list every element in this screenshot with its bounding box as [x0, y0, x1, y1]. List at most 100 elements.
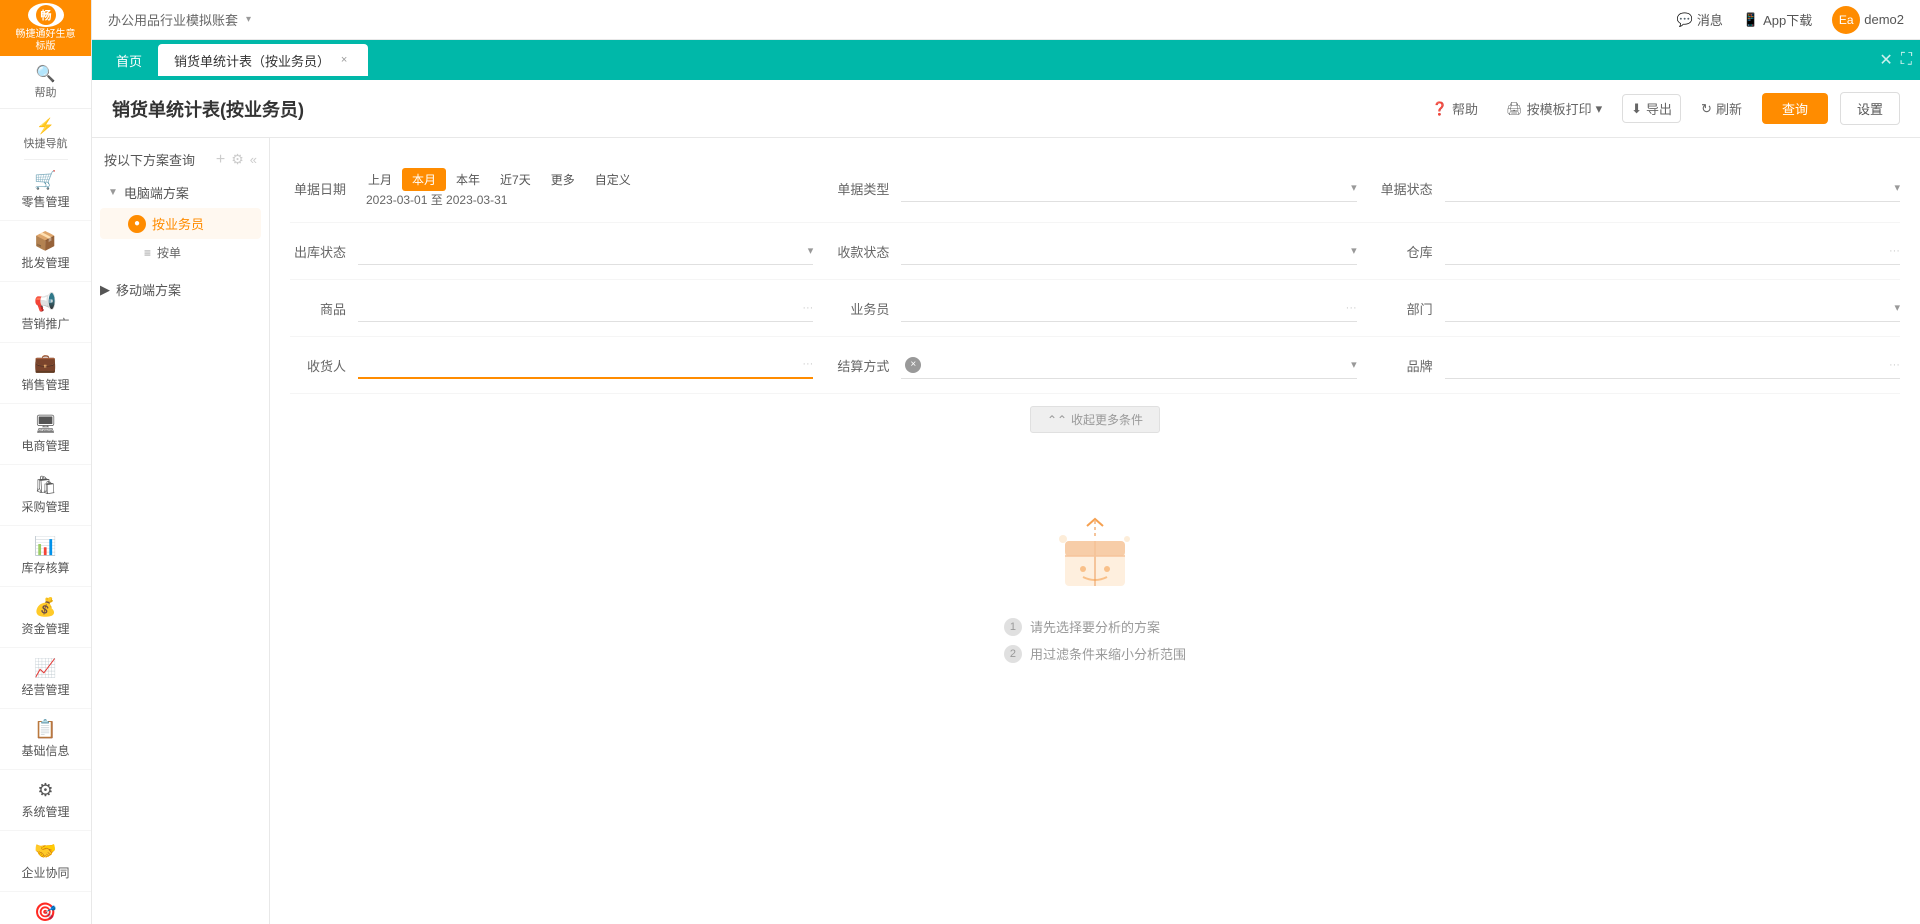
left-panel: 按以下方案查询 + ⚙ « ▼ 电脑端方案 ● 按业务员 — [92, 138, 270, 924]
help-button[interactable]: ❓ 帮助 — [1424, 95, 1486, 122]
brand-label: 品牌 — [1377, 356, 1437, 375]
empty-tip-2: 2 用过滤条件来缩小分析范围 — [1004, 644, 1186, 663]
sidebar-logo: 畅 畅捷通好生意 标版 — [0, 0, 91, 56]
tab-sales-stat-close[interactable]: × — [336, 52, 352, 68]
settlement-dropdown-icon: ▾ — [1351, 358, 1357, 371]
settlement-select[interactable]: × ▾ — [901, 351, 1356, 379]
doc-status-select[interactable]: ▾ — [1445, 174, 1900, 202]
sidebar-item-basic[interactable]: 📋 基础信息 — [0, 709, 91, 770]
sidebar-item-wholesale[interactable]: 📦 批发管理 — [0, 221, 91, 282]
tab-sales-stat-label: 销货单统计表（按业务员） — [174, 51, 330, 70]
collapse-panel-button[interactable]: « — [250, 152, 257, 167]
date-label: 单据日期 — [290, 179, 350, 198]
topbar-left: 办公用品行业模拟账套 ▾ — [108, 10, 251, 29]
sidebar-item-marketing[interactable]: 📢 营销推广 — [0, 282, 91, 343]
query-button[interactable]: 查询 — [1762, 93, 1828, 124]
filter-brand-cell: 品牌 ··· — [1377, 347, 1900, 383]
dept-select[interactable]: ▾ — [1445, 294, 1900, 322]
sidebar-item-system[interactable]: ⚙ 系统管理 — [0, 770, 91, 831]
add-scheme-button[interactable]: + — [216, 151, 225, 169]
user-profile-button[interactable]: Ea demo2 — [1832, 6, 1904, 34]
app-selector-dropdown-icon[interactable]: ▾ — [246, 14, 251, 25]
settlement-label: 结算方式 — [833, 356, 893, 375]
content-area: 按以下方案查询 + ⚙ « ▼ 电脑端方案 ● 按业务员 — [92, 138, 1920, 924]
sidebar-item-sales[interactable]: 💼 销售管理 — [0, 343, 91, 404]
doc-type-select[interactable]: ▾ — [901, 174, 1356, 202]
operations-icon: 📈 — [34, 658, 56, 679]
settings-scheme-button[interactable]: ⚙ — [231, 151, 244, 168]
marketing-icon: 📢 — [34, 292, 56, 313]
filter-salesman-cell: 业务员 ··· — [833, 290, 1356, 326]
empty-state: 1 请先选择要分析的方案 2 用过滤条件来缩小分析范围 — [290, 441, 1900, 663]
payment-status-select[interactable]: ▾ — [901, 237, 1356, 265]
ecommerce-icon: 🖥 — [34, 414, 57, 435]
date-filter-buttons: 上月 本月 本年 近7天 更多 自定义 — [358, 168, 813, 191]
scheme-sub-items: ≡ 按单 — [100, 239, 261, 266]
basic-icon: 📋 — [34, 719, 56, 740]
filter-row-1: 单据日期 上月 本月 本年 近7天 更多 自定义 2023-03-01 至 20… — [290, 154, 1900, 223]
tab-close-all-button[interactable]: ✕ — [1879, 50, 1892, 70]
payment-status-label: 收款状态 — [833, 242, 893, 261]
filter-goods-cell: 商品 ··· — [290, 290, 813, 326]
date-this-year-btn[interactable]: 本年 — [446, 168, 490, 191]
tab-maximize-button[interactable]: ⛶ — [1901, 51, 1912, 69]
settlement-clear-btn[interactable]: × — [905, 357, 921, 373]
date-this-month-btn[interactable]: 本月 — [402, 168, 446, 191]
warehouse-select[interactable]: ··· — [1445, 237, 1900, 265]
topbar: 办公用品行业模拟账套 ▾ 💬 消息 📱 App下载 Ea demo2 — [92, 0, 1920, 40]
export-icon: ⬇ — [1631, 101, 1642, 117]
sidebar-item-ecommerce[interactable]: 🖥 电商管理 — [0, 404, 91, 465]
doc-status-label: 单据状态 — [1377, 179, 1437, 198]
settings-button[interactable]: 设置 — [1840, 92, 1900, 125]
tab-sales-stat[interactable]: 销货单统计表（按业务员） × — [158, 44, 368, 76]
brand-more-icon: ··· — [1889, 359, 1900, 371]
page-header-actions: ❓ 帮助 🖨 按模板打印 ▾ ⬇ 导出 ↻ 刷新 查询 设置 — [1424, 92, 1900, 137]
sales-icon: 💼 — [34, 353, 56, 374]
date-custom-btn[interactable]: 自定义 — [585, 168, 641, 191]
salesman-select[interactable]: ··· — [901, 294, 1356, 322]
empty-tips: 1 请先选择要分析的方案 2 用过滤条件来缩小分析范围 — [1004, 617, 1186, 663]
refresh-button[interactable]: ↻ 刷新 — [1693, 95, 1750, 122]
export-button[interactable]: ⬇ 导出 — [1622, 94, 1681, 123]
collapse-bar: ⌃⌃ 收起更多条件 — [290, 398, 1900, 441]
scheme-by-order[interactable]: ≡ 按单 — [136, 239, 261, 266]
sidebar-item-finance[interactable]: 💰 资金管理 — [0, 587, 91, 648]
consignee-input[interactable]: ··· — [358, 351, 813, 379]
mobile-scheme-arrow-icon: ▶ — [100, 282, 110, 298]
collapse-label: 收起更多条件 — [1071, 411, 1143, 428]
sidebar-search-item[interactable]: 🔍 帮助 — [0, 56, 91, 109]
finance-icon: 💰 — [34, 597, 56, 618]
filter-date-cell: 单据日期 上月 本月 本年 近7天 更多 自定义 2023-03-01 至 20… — [290, 164, 813, 212]
tabbar: 首页 销货单统计表（按业务员） × ✕ ⛶ — [92, 40, 1920, 80]
template-print-button[interactable]: 🖨 按模板打印 ▾ — [1498, 95, 1610, 122]
date-7days-btn[interactable]: 近7天 — [490, 168, 541, 191]
order-scheme-icon: ≡ — [144, 246, 151, 260]
app-download-button[interactable]: 📱 App下载 — [1743, 10, 1812, 29]
sidebar-quick-label: 快捷导航 — [24, 135, 68, 151]
consignee-label: 收货人 — [290, 356, 350, 375]
mobile-scheme-toggle[interactable]: ▶ 移动端方案 — [92, 274, 269, 305]
retail-icon: 🛒 — [34, 170, 56, 191]
sidebar-item-inventory[interactable]: 📊 库存核算 — [0, 526, 91, 587]
sidebar-quick-nav[interactable]: ⚡ 快捷导航 — [24, 109, 68, 160]
sidebar-item-operations[interactable]: 📈 经营管理 — [0, 648, 91, 709]
sidebar-item-retail[interactable]: 🛒 零售管理 — [0, 160, 91, 221]
dept-dropdown-icon: ▾ — [1894, 301, 1900, 314]
out-status-select[interactable]: ▾ — [358, 237, 813, 265]
sidebar-item-enterprise[interactable]: 🤝 企业协同 — [0, 831, 91, 892]
sidebar-search-label: 帮助 — [35, 84, 57, 100]
message-button[interactable]: 💬 消息 — [1677, 10, 1723, 29]
sidebar-item-newbie[interactable]: 🎯 新手引导 — [0, 892, 91, 924]
svg-text:畅: 畅 — [40, 8, 51, 22]
goods-select[interactable]: ··· — [358, 294, 813, 322]
date-last-month-btn[interactable]: 上月 — [358, 168, 402, 191]
collapse-filters-button[interactable]: ⌃⌃ 收起更多条件 — [1030, 406, 1160, 433]
date-more-btn[interactable]: 更多 — [541, 168, 585, 191]
scheme-by-salesman[interactable]: ● 按业务员 — [100, 208, 261, 239]
brand-select[interactable]: ··· — [1445, 351, 1900, 379]
template-print-dropdown-icon[interactable]: ▾ — [1596, 101, 1603, 117]
desktop-scheme-toggle[interactable]: ▼ 电脑端方案 — [100, 177, 261, 208]
sidebar-item-purchase[interactable]: 🛍 采购管理 — [0, 465, 91, 526]
tab-home[interactable]: 首页 — [100, 44, 158, 76]
wholesale-icon: 📦 — [34, 231, 56, 252]
